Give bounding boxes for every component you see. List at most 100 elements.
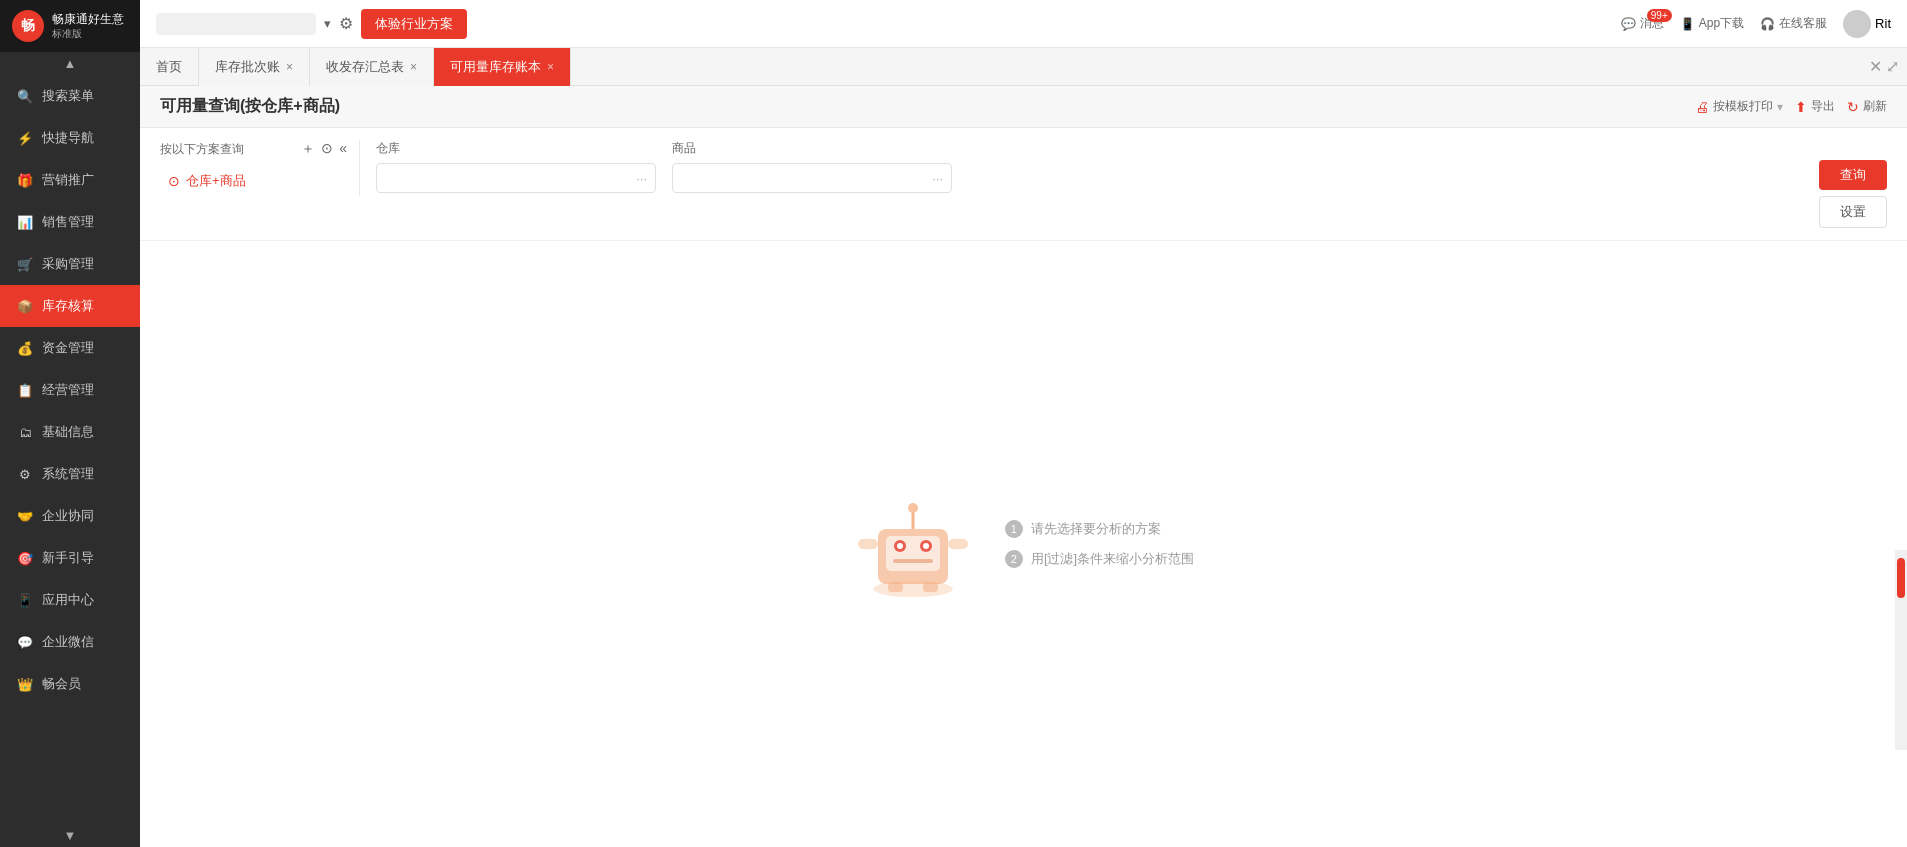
warehouse-input[interactable]: ··· <box>376 163 656 193</box>
finance-icon: 💰 <box>16 339 34 357</box>
refresh-icon: ↻ <box>1847 99 1859 115</box>
sidebar-item-label-finance: 资金管理 <box>42 339 94 357</box>
sidebar-item-label-member: 畅会员 <box>42 675 81 693</box>
refresh-btn[interactable]: ↻ 刷新 <box>1847 98 1887 115</box>
goods-more-icon[interactable]: ··· <box>932 171 943 186</box>
sidebar-item-wechat[interactable]: 💬 企业微信 <box>0 621 140 663</box>
sales-icon: 📊 <box>16 213 34 231</box>
tabbar-actions: ✕ ⤢ <box>1861 57 1907 76</box>
quick-nav-icon: ⚡ <box>16 129 34 147</box>
app-label: App下载 <box>1699 15 1744 32</box>
main-content: ▾ ⚙ 体验行业方案 💬 消息 99+ 📱 App下载 🎧 在线客服 Rit <box>140 0 1907 847</box>
sidebar-item-marketing[interactable]: 🎁 营销推广 <box>0 159 140 201</box>
marketing-icon: 🎁 <box>16 171 34 189</box>
operation-icon: 📋 <box>16 381 34 399</box>
sidebar-item-inventory[interactable]: 📦 库存核算 <box>0 285 140 327</box>
empty-step-1: 1 请先选择要分析的方案 <box>1005 520 1194 538</box>
filter-actions: 查询 设置 <box>1819 140 1887 228</box>
user-menu[interactable]: Rit <box>1843 10 1891 38</box>
tab-available[interactable]: 可用量库存账本 × <box>434 48 571 86</box>
sidebar-item-newbie[interactable]: 🎯 新手引导 <box>0 537 140 579</box>
sidebar-item-app[interactable]: 📱 应用中心 <box>0 579 140 621</box>
tab-maximize-icon[interactable]: ⤢ <box>1886 57 1899 76</box>
avatar <box>1843 10 1871 38</box>
page-title: 可用量查询(按仓库+商品) <box>160 96 340 117</box>
app-title: 畅康通好生意 <box>52 11 124 28</box>
scrollbar-thumb <box>1897 558 1905 598</box>
sidebar-item-label-sales: 销售管理 <box>42 213 94 231</box>
tab-batch[interactable]: 库存批次账 × <box>199 48 310 86</box>
add-scheme-btn[interactable]: ＋ <box>301 140 315 158</box>
sidebar-item-operation[interactable]: 📋 经营管理 <box>0 369 140 411</box>
export-label: 导出 <box>1811 98 1835 115</box>
sidebar-item-label-app: 应用中心 <box>42 591 94 609</box>
tabbar: 首页 库存批次账 × 收发存汇总表 × 可用量库存账本 × ✕ ⤢ <box>140 48 1907 86</box>
tab-available-close[interactable]: × <box>547 60 554 74</box>
export-btn[interactable]: ⬆ 导出 <box>1795 98 1835 115</box>
message-btn[interactable]: 💬 消息 99+ <box>1621 15 1664 32</box>
search-input[interactable] <box>156 13 316 35</box>
svg-rect-10 <box>858 539 878 549</box>
search-icon: 🔍 <box>16 87 34 105</box>
settings-icon[interactable]: ⚙ <box>339 14 353 33</box>
tab-summary-close[interactable]: × <box>410 60 417 74</box>
goods-input[interactable]: ··· <box>672 163 952 193</box>
sidebar-item-label-quick-nav: 快捷导航 <box>42 129 94 147</box>
collapse-scheme-btn[interactable]: « <box>339 140 347 158</box>
sidebar-item-system[interactable]: ⚙ 系统管理 <box>0 453 140 495</box>
user-name: Rit <box>1875 16 1891 31</box>
goods-field: 商品 ··· <box>672 140 952 193</box>
chevron-down-icon: ▾ <box>324 16 331 31</box>
page-header-actions: 🖨 按模板打印 ▾ ⬆ 导出 ↻ 刷新 <box>1695 98 1887 115</box>
sidebar-item-finance[interactable]: 💰 资金管理 <box>0 327 140 369</box>
warehouse-more-icon[interactable]: ··· <box>636 171 647 186</box>
sidebar-item-quick-nav[interactable]: ⚡ 快捷导航 <box>0 117 140 159</box>
tab-home[interactable]: 首页 <box>140 48 199 86</box>
empty-text: 1 请先选择要分析的方案 2 用[过滤]条件来缩小分析范围 <box>1005 520 1194 568</box>
sidebar-item-label-system: 系统管理 <box>42 465 94 483</box>
svg-point-5 <box>897 543 903 549</box>
svg-point-6 <box>923 543 929 549</box>
app-download-btn[interactable]: 📱 App下载 <box>1680 15 1744 32</box>
svg-rect-12 <box>888 582 903 592</box>
sidebar-item-enterprise[interactable]: 🤝 企业协同 <box>0 495 140 537</box>
query-btn[interactable]: 查询 <box>1819 160 1887 190</box>
scheme-label: 仓库+商品 <box>186 172 246 190</box>
sidebar-item-label-marketing: 营销推广 <box>42 171 94 189</box>
sidebar-item-member[interactable]: 👑 畅会员 <box>0 663 140 705</box>
sidebar-item-purchase[interactable]: 🛒 采购管理 <box>0 243 140 285</box>
svg-rect-11 <box>948 539 968 549</box>
tab-batch-close[interactable]: × <box>286 60 293 74</box>
print-btn[interactable]: 🖨 按模板打印 ▾ <box>1695 98 1783 115</box>
industry-btn[interactable]: 体验行业方案 <box>361 9 467 39</box>
sidebar-item-basic[interactable]: 🗂 基础信息 <box>0 411 140 453</box>
scheme-item-warehouse-goods[interactable]: ⊙ 仓库+商品 <box>160 166 347 196</box>
svg-point-9 <box>908 503 918 513</box>
sidebar-item-search[interactable]: 🔍 搜索菜单 <box>0 75 140 117</box>
basic-icon: 🗂 <box>16 423 34 441</box>
filter-schemes-header: 按以下方案查询 ＋ ⊙ « <box>160 140 347 158</box>
empty-state: 1 请先选择要分析的方案 2 用[过滤]条件来缩小分析范围 <box>140 241 1907 847</box>
topbar: ▾ ⚙ 体验行业方案 💬 消息 99+ 📱 App下载 🎧 在线客服 Rit <box>140 0 1907 48</box>
inventory-icon: 📦 <box>16 297 34 315</box>
right-scrollbar[interactable] <box>1895 550 1907 750</box>
filter-schemes-actions: ＋ ⊙ « <box>301 140 347 158</box>
enterprise-icon: 🤝 <box>16 507 34 525</box>
svg-rect-7 <box>893 559 933 563</box>
tab-available-label: 可用量库存账本 <box>450 58 541 76</box>
sidebar-scroll-up[interactable]: ▲ <box>0 52 140 75</box>
tab-close-all-icon[interactable]: ✕ <box>1869 57 1882 76</box>
sidebar-scroll-down[interactable]: ▼ <box>0 824 140 847</box>
dropdown-btn[interactable]: ▾ <box>324 16 331 31</box>
home-label: 首页 <box>156 58 182 76</box>
tab-summary[interactable]: 收发存汇总表 × <box>310 48 434 86</box>
settings-scheme-btn[interactable]: ⊙ <box>321 140 333 158</box>
topbar-right: 💬 消息 99+ 📱 App下载 🎧 在线客服 Rit <box>1621 10 1891 38</box>
tab-batch-label: 库存批次账 <box>215 58 280 76</box>
wechat-icon: 💬 <box>16 633 34 651</box>
service-btn[interactable]: 🎧 在线客服 <box>1760 15 1827 32</box>
settings-btn[interactable]: 设置 <box>1819 196 1887 228</box>
step-1-num: 1 <box>1005 520 1023 538</box>
sidebar-item-sales[interactable]: 📊 销售管理 <box>0 201 140 243</box>
sidebar-item-label-search: 搜索菜单 <box>42 87 94 105</box>
